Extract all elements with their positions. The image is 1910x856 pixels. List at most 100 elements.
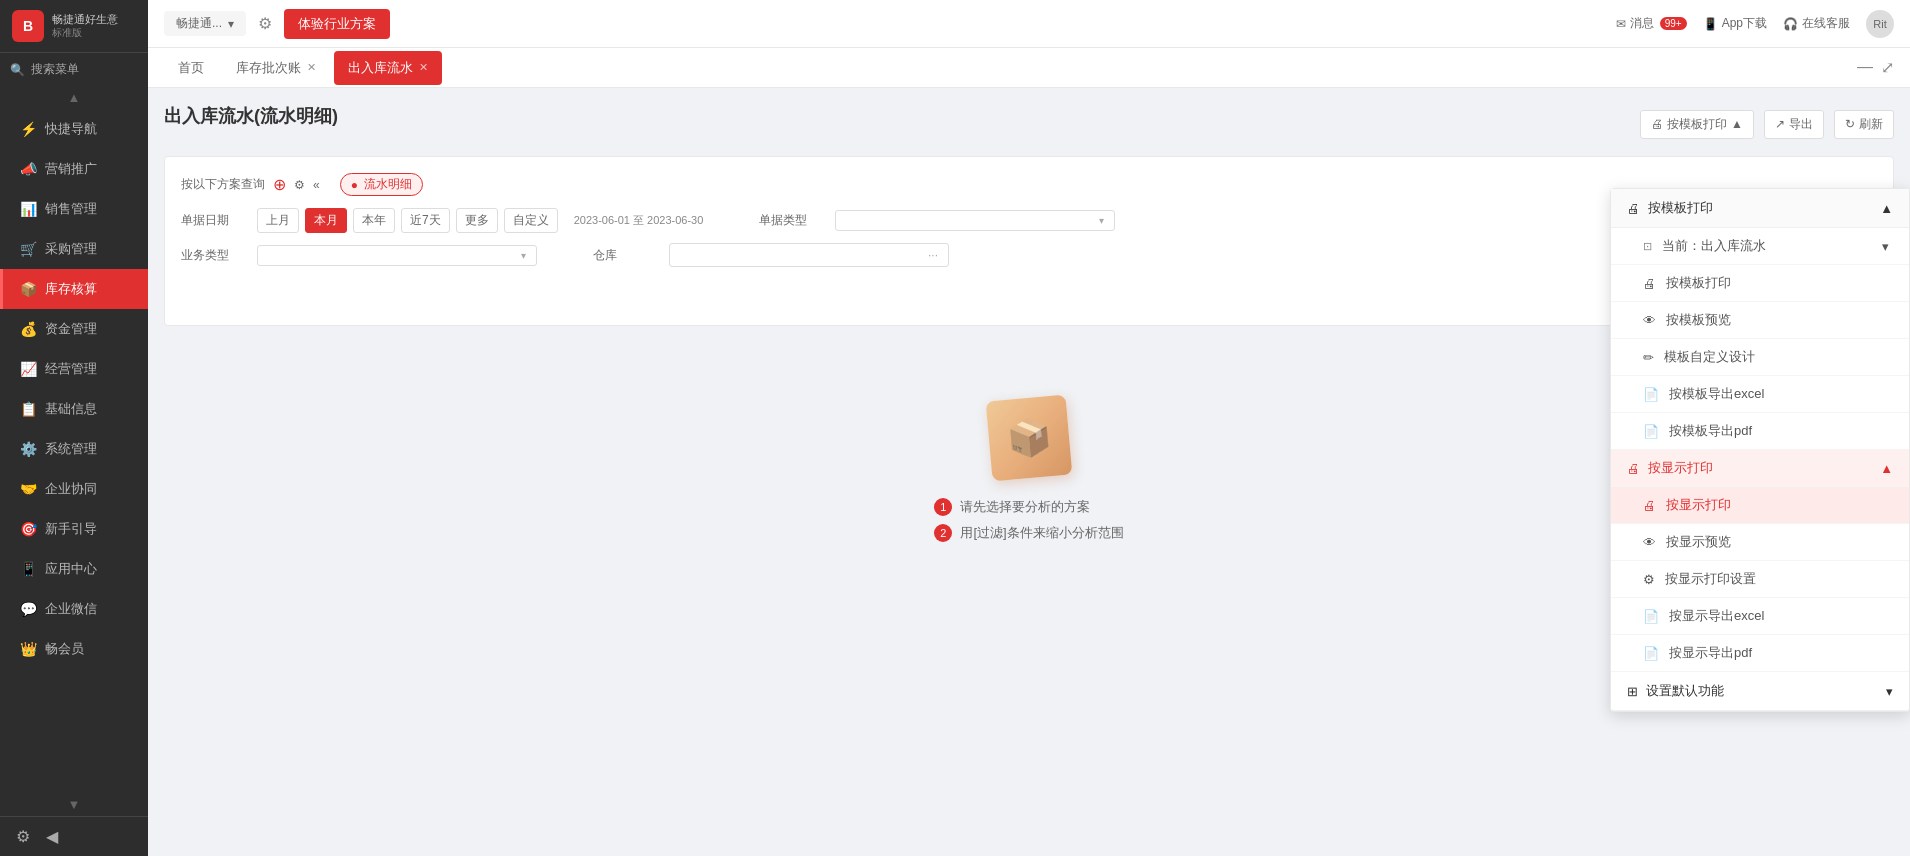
biz-type-label: 业务类型 [181,247,241,264]
sidebar-item-quick-nav[interactable]: ⚡ 快捷导航 [0,109,148,149]
app-download-button[interactable]: 📱 App下载 [1703,15,1767,32]
sidebar-item-apps[interactable]: 📱 应用中心 [0,549,148,589]
topbar-settings-icon[interactable]: ⚙ [258,14,272,33]
user-dropdown-icon: ▾ [228,17,234,31]
display-export-pdf-icon: 📄 [1643,646,1659,661]
topbar: 畅捷通... ▾ ⚙ 体验行业方案 ✉ 消息 99+ 📱 App下载 🎧 在线客… [148,0,1910,48]
sidebar-item-marketing[interactable]: 📣 营销推广 [0,149,148,189]
add-filter-icon[interactable]: ⊕ [273,175,286,194]
trial-button[interactable]: 体验行业方案 [284,9,390,39]
template-export-excel-item[interactable]: 📄 按模板导出excel [1611,376,1909,413]
warehouse-more-icon[interactable]: ··· [928,248,938,262]
sidebar-item-purchase[interactable]: 🛒 采购管理 [0,229,148,269]
display-export-excel-item[interactable]: 📄 按显示导出excel [1611,598,1909,635]
tab-minimize-icon[interactable]: — [1857,58,1873,77]
export-button[interactable]: ↗ 导出 [1764,110,1824,139]
tab-inout-flow[interactable]: 出入库流水 ✕ [334,51,442,85]
user-selector[interactable]: 畅捷通... ▾ [164,11,246,36]
date-btn-last-month[interactable]: 上月 [257,208,299,233]
active-filter-tag[interactable]: ● 流水明细 [340,173,423,196]
sidebar-item-label: 畅会员 [45,640,84,658]
biz-type-select[interactable]: ▾ [257,245,537,266]
date-btn-custom[interactable]: 自定义 [504,208,558,233]
filter-settings-icon[interactable]: ⚙ [294,178,305,192]
display-print-settings-item[interactable]: ⚙ 按显示打印设置 [1611,561,1909,598]
sidebar-item-guide[interactable]: 🎯 新手引导 [0,509,148,549]
type-label: 单据类型 [759,212,819,229]
basic-icon: 📋 [19,401,37,417]
print-template-button[interactable]: 🖨 按模板打印 ▲ [1640,110,1754,139]
display-print-item[interactable]: 🖨 按显示打印 [1611,487,1909,524]
operations-icon: 📈 [19,361,37,377]
step-1-text: 请先选择要分析的方案 [960,498,1090,516]
sidebar-item-finance[interactable]: 💰 资金管理 [0,309,148,349]
sidebar-item-inventory[interactable]: 📦 库存核算 [0,269,148,309]
sidebar-scroll-down[interactable]: ▼ [0,793,148,816]
sidebar-item-label: 销售管理 [45,200,97,218]
step-2-num: 2 [934,524,952,542]
user-avatar[interactable]: Rit [1866,10,1894,38]
current-template-item[interactable]: ⊡ 当前：出入库流水 ▾ [1611,228,1909,265]
settings-bottom-icon[interactable]: ⚙ [16,827,30,846]
template-export-excel-icon: 📄 [1643,387,1659,402]
display-print-label: 按显示打印 [1666,496,1731,514]
type-select[interactable]: ▾ [835,210,1115,231]
sidebar-item-system[interactable]: ⚙️ 系统管理 [0,429,148,469]
date-range-display: 2023-06-01 至 2023-06-30 [574,213,704,228]
display-export-excel-label: 按显示导出excel [1669,607,1764,625]
template-print-header[interactable]: 🖨 按模板打印 ▲ [1611,189,1909,228]
message-button[interactable]: ✉ 消息 99+ [1616,15,1687,32]
user-display-text: 畅捷通... [176,15,222,32]
template-custom-item[interactable]: ✏ 模板自定义设计 [1611,339,1909,376]
sidebar-bottom: ⚙ ◀ [0,816,148,856]
display-export-excel-icon: 📄 [1643,609,1659,624]
online-service-button[interactable]: 🎧 在线客服 [1783,15,1850,32]
export-icon: ↗ [1775,117,1785,131]
sidebar-item-operations[interactable]: 📈 经营管理 [0,349,148,389]
refresh-button[interactable]: ↻ 刷新 [1834,110,1894,139]
tab-inout-flow-close[interactable]: ✕ [419,61,428,74]
sidebar-item-sales[interactable]: 📊 销售管理 [0,189,148,229]
sidebar-item-label: 快捷导航 [45,120,97,138]
sidebar-item-label: 资金管理 [45,320,97,338]
warehouse-select[interactable]: ··· [669,243,949,267]
date-label: 单据日期 [181,212,241,229]
refresh-label: 刷新 [1859,116,1883,133]
sidebar-item-basic[interactable]: 📋 基础信息 [0,389,148,429]
date-btn-this-month[interactable]: 本月 [305,208,347,233]
collapse-sidebar-icon[interactable]: ◀ [46,827,58,846]
sidebar-item-wechat[interactable]: 💬 企业微信 [0,589,148,629]
template-export-pdf-item[interactable]: 📄 按模板导出pdf [1611,413,1909,450]
print-template-label: 按模板打印 [1667,116,1727,133]
template-print-item[interactable]: 🖨 按模板打印 [1611,265,1909,302]
display-print-subheader[interactable]: 🖨 按显示打印 ▲ [1611,450,1909,487]
export-label: 导出 [1789,116,1813,133]
display-print-settings-icon: ⚙ [1643,572,1655,587]
sidebar-item-label: 采购管理 [45,240,97,258]
sidebar-item-vip[interactable]: 👑 畅会员 [0,629,148,669]
tab-inventory-batch[interactable]: 库存批次账 ✕ [222,51,330,85]
template-print-header-label: 按模板打印 [1648,199,1713,217]
topbar-right: ✉ 消息 99+ 📱 App下载 🎧 在线客服 Rit [1616,10,1894,38]
finance-icon: 💰 [19,321,37,337]
tab-home[interactable]: 首页 [164,51,218,85]
date-btn-this-year[interactable]: 本年 [353,208,395,233]
sidebar-item-enterprise[interactable]: 🤝 企业协同 [0,469,148,509]
display-print-chevron-up: ▲ [1880,461,1893,476]
enterprise-icon: 🤝 [19,481,37,497]
message-icon: ✉ [1616,17,1626,31]
display-export-pdf-item[interactable]: 📄 按显示导出pdf [1611,635,1909,672]
filter-collapse-icon[interactable]: « [313,178,320,192]
phone-icon: 📱 [1703,17,1718,31]
print-dropdown-panel: 🖨 按模板打印 ▲ ⊡ 当前：出入库流水 ▾ 🖨 按模板打印 👁 按模板预览 ✏ [1610,188,1910,712]
date-btn-last-7-days[interactable]: 近7天 [401,208,450,233]
set-default-section[interactable]: ⊞ 设置默认功能 ▾ [1611,672,1909,711]
template-preview-item[interactable]: 👁 按模板预览 [1611,302,1909,339]
date-btn-more[interactable]: 更多 [456,208,498,233]
display-preview-item[interactable]: 👁 按显示预览 [1611,524,1909,561]
marketing-icon: 📣 [19,161,37,177]
tab-inventory-batch-close[interactable]: ✕ [307,61,316,74]
tab-maximize-icon[interactable]: ⤢ [1881,58,1894,77]
sidebar-search[interactable]: 🔍 搜索菜单 [0,53,148,86]
sidebar-scroll-up[interactable]: ▲ [0,86,148,109]
